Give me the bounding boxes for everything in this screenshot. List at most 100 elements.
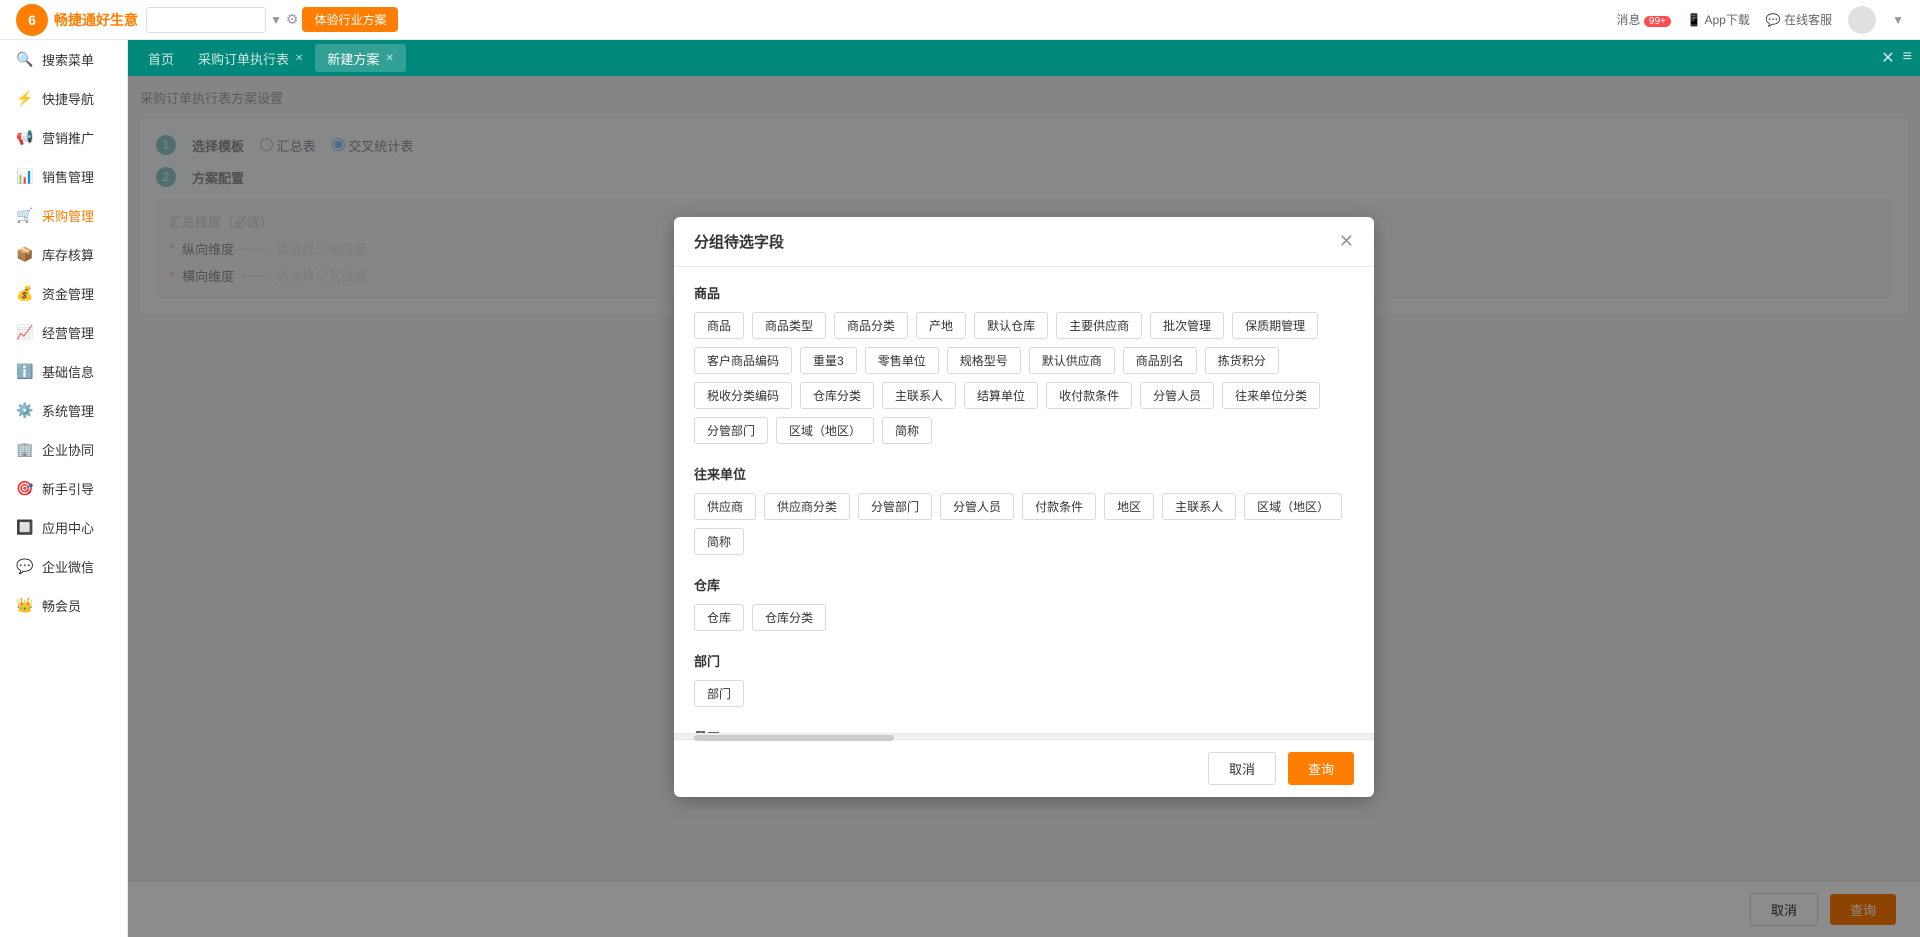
section-title-department: 部门 xyxy=(694,651,1354,670)
chip-product-9[interactable]: 重量3 xyxy=(800,347,857,374)
sidebar-item-sales[interactable]: 📊 销售管理 xyxy=(0,157,127,196)
chip-cp-2[interactable]: 分管部门 xyxy=(858,493,932,520)
sidebar-item-apps[interactable]: 🔲 应用中心 xyxy=(0,508,127,547)
logo-area: 6 畅捷通好生意 xyxy=(16,4,138,36)
sidebar-label-basic: 基础信息 xyxy=(42,362,94,381)
section-title-counterparty: 往来单位 xyxy=(694,464,1354,483)
sidebar-item-member[interactable]: 👑 畅会员 xyxy=(0,586,127,625)
section-title-warehouse: 仓库 xyxy=(694,575,1354,594)
tab-new-plan[interactable]: 新建方案 ✕ xyxy=(315,44,405,72)
chip-product-11[interactable]: 规格型号 xyxy=(947,347,1021,374)
section-counterparty: 往来单位 供应商 供应商分类 分管部门 分管人员 付款条件 地区 主联系人 区域… xyxy=(694,464,1354,555)
tab-home[interactable]: 首页 xyxy=(136,44,186,72)
sidebar-label-marketing: 营销推广 xyxy=(42,128,94,147)
chip-product-1[interactable]: 商品类型 xyxy=(752,312,826,339)
chip-product-16[interactable]: 仓库分类 xyxy=(800,382,874,409)
top-bar: 6 畅捷通好生意 ▼ ⚙ 体验行业方案 消息 99+ 📱 App下载 💬 在线客… xyxy=(0,0,1920,40)
chip-cp-8[interactable]: 简称 xyxy=(694,528,744,555)
chip-product-2[interactable]: 商品分类 xyxy=(834,312,908,339)
chip-product-21[interactable]: 往来单位分类 xyxy=(1222,382,1320,409)
chip-product-20[interactable]: 分管人员 xyxy=(1140,382,1214,409)
chip-cp-1[interactable]: 供应商分类 xyxy=(764,493,850,520)
chip-product-10[interactable]: 零售单位 xyxy=(865,347,939,374)
chip-cp-4[interactable]: 付款条件 xyxy=(1022,493,1096,520)
sidebar-label-apps: 应用中心 xyxy=(42,518,94,537)
top-bar-search: ▼ ⚙ 体验行业方案 xyxy=(146,7,398,33)
user-menu-arrow[interactable]: ▼ xyxy=(1892,13,1904,27)
sales-icon: 📊 xyxy=(16,168,34,186)
field-selection-modal: 分组待选字段 ✕ 商品 商品 商品类型 商品分类 产地 默认仓库 主要供应商 批… xyxy=(674,217,1374,797)
sidebar-item-corp[interactable]: 🏢 企业协同 xyxy=(0,430,127,469)
sidebar-item-finance[interactable]: 💰 资金管理 xyxy=(0,274,127,313)
online-service-nav[interactable]: 💬 在线客服 xyxy=(1766,11,1832,28)
sidebar-item-system[interactable]: ⚙️ 系统管理 xyxy=(0,391,127,430)
sidebar-label-quick-nav: 快捷导航 xyxy=(42,89,94,108)
sidebar-label-search: 搜索菜单 xyxy=(42,50,94,69)
section-title-product: 商品 xyxy=(694,283,1354,302)
experience-btn[interactable]: 体验行业方案 xyxy=(302,7,398,32)
chip-cp-6[interactable]: 主联系人 xyxy=(1162,493,1236,520)
chip-product-18[interactable]: 结算单位 xyxy=(964,382,1038,409)
sidebar-item-wechat[interactable]: 💬 企业微信 xyxy=(0,547,127,586)
chip-wh-0[interactable]: 仓库 xyxy=(694,604,744,631)
tab-close-all[interactable]: ✕ xyxy=(1881,48,1894,68)
chip-product-24[interactable]: 简称 xyxy=(882,417,932,444)
wechat-icon: 💬 xyxy=(16,558,34,576)
sidebar-item-operations[interactable]: 📈 经营管理 xyxy=(0,313,127,352)
chip-product-22[interactable]: 分管部门 xyxy=(694,417,768,444)
modal-title: 分组待选字段 xyxy=(694,231,784,252)
sidebar-item-purchase[interactable]: 🛒 采购管理 xyxy=(0,196,127,235)
quick-nav-icon: ⚡ xyxy=(16,90,34,108)
chip-cp-3[interactable]: 分管人员 xyxy=(940,493,1014,520)
chip-wh-1[interactable]: 仓库分类 xyxy=(752,604,826,631)
user-avatar[interactable] xyxy=(1848,6,1876,34)
sidebar-item-newbie[interactable]: 🎯 新手引导 xyxy=(0,469,127,508)
modal-cancel-btn[interactable]: 取消 xyxy=(1208,752,1276,785)
message-nav[interactable]: 消息 99+ xyxy=(1617,11,1671,28)
modal-horizontal-scrollbar[interactable] xyxy=(674,733,1374,739)
chip-product-5[interactable]: 主要供应商 xyxy=(1056,312,1142,339)
message-badge: 99+ xyxy=(1644,16,1671,27)
chip-product-0[interactable]: 商品 xyxy=(694,312,744,339)
sidebar-item-basic[interactable]: ℹ️ 基础信息 xyxy=(0,352,127,391)
chip-cp-5[interactable]: 地区 xyxy=(1104,493,1154,520)
dropdown-arrow[interactable]: ▼ xyxy=(270,13,282,27)
chip-cp-7[interactable]: 区域（地区） xyxy=(1244,493,1342,520)
top-bar-right: 消息 99+ 📱 App下载 💬 在线客服 ▼ xyxy=(1617,6,1904,34)
tab-new-plan-close[interactable]: ✕ xyxy=(385,53,393,64)
modal-confirm-btn[interactable]: 查询 xyxy=(1288,752,1354,785)
chip-product-14[interactable]: 拣货积分 xyxy=(1205,347,1279,374)
chip-product-7[interactable]: 保质期管理 xyxy=(1232,312,1318,339)
brand-name: 畅捷通好生意 xyxy=(54,10,138,30)
tab-purchase-exec[interactable]: 采购订单执行表 ✕ xyxy=(186,44,315,72)
chip-dept-0[interactable]: 部门 xyxy=(694,680,744,707)
field-chips-product: 商品 商品类型 商品分类 产地 默认仓库 主要供应商 批次管理 保质期管理 客户… xyxy=(694,312,1354,444)
chip-product-15[interactable]: 税收分类编码 xyxy=(694,382,792,409)
modal-body: 商品 商品 商品类型 商品分类 产地 默认仓库 主要供应商 批次管理 保质期管理… xyxy=(674,267,1374,733)
sidebar-item-quick-nav[interactable]: ⚡ 快捷导航 xyxy=(0,79,127,118)
chip-product-6[interactable]: 批次管理 xyxy=(1150,312,1224,339)
tab-purchase-exec-close[interactable]: ✕ xyxy=(295,53,303,64)
chip-product-19[interactable]: 收付款条件 xyxy=(1046,382,1132,409)
chip-product-4[interactable]: 默认仓库 xyxy=(974,312,1048,339)
system-icon: ⚙️ xyxy=(16,402,34,420)
sidebar-item-search[interactable]: 🔍 搜索菜单 xyxy=(0,40,127,79)
sidebar-item-inventory[interactable]: 📦 库存核算 xyxy=(0,235,127,274)
sidebar-label-system: 系统管理 xyxy=(42,401,94,420)
chip-product-12[interactable]: 默认供应商 xyxy=(1029,347,1115,374)
chip-product-8[interactable]: 客户商品编码 xyxy=(694,347,792,374)
sidebar-item-marketing[interactable]: 📢 营销推广 xyxy=(0,118,127,157)
chip-product-23[interactable]: 区域（地区） xyxy=(776,417,874,444)
modal-close-btn[interactable]: ✕ xyxy=(1339,231,1354,252)
settings-icon[interactable]: ⚙ xyxy=(286,11,299,28)
top-search-input[interactable] xyxy=(146,7,266,33)
tab-menu[interactable]: ≡ xyxy=(1903,48,1912,68)
chip-cp-0[interactable]: 供应商 xyxy=(694,493,756,520)
app-download-nav[interactable]: 📱 App下载 xyxy=(1687,11,1750,28)
chip-product-3[interactable]: 产地 xyxy=(916,312,966,339)
sidebar-label-finance: 资金管理 xyxy=(42,284,94,303)
chip-product-17[interactable]: 主联系人 xyxy=(882,382,956,409)
modal-scroll-thumb[interactable] xyxy=(694,735,894,741)
apps-icon: 🔲 xyxy=(16,519,34,537)
chip-product-13[interactable]: 商品别名 xyxy=(1123,347,1197,374)
